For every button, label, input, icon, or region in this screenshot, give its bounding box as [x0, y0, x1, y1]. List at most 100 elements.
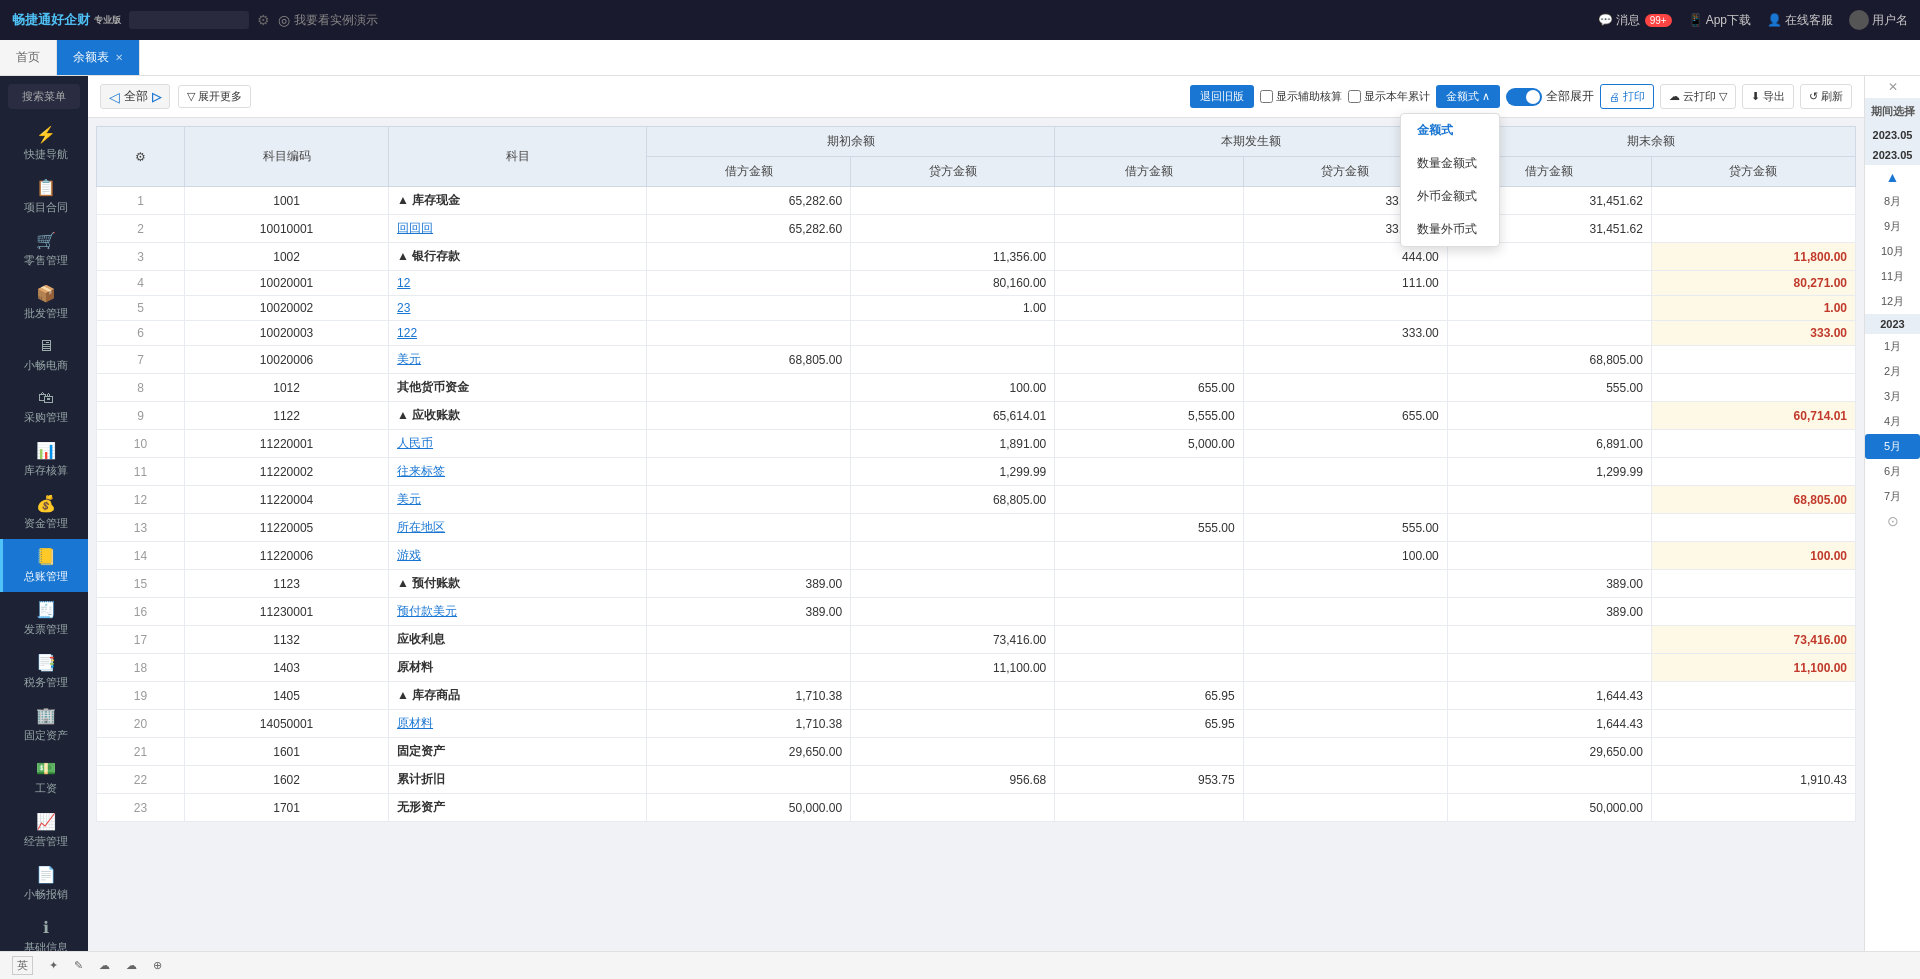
month-6[interactable]: 6月 [1865, 459, 1920, 484]
search-menu-btn[interactable]: 搜索菜单 [8, 84, 80, 109]
row-subject-cell[interactable]: 所在地区 [389, 514, 647, 542]
status-plus-icon[interactable]: ⊕ [153, 959, 162, 972]
row-subject-cell[interactable]: 预付款美元 [389, 598, 647, 626]
row-subject-cell[interactable]: 累计折旧 [389, 766, 647, 794]
filter-all-btn[interactable]: ◁ 全部 ▷ [100, 84, 170, 109]
row-subject-cell[interactable]: ▲ 银行存款 [389, 243, 647, 271]
row-subject-cell[interactable]: 23 [389, 296, 647, 321]
month-10[interactable]: 10月 [1865, 239, 1920, 264]
row-subject-cell[interactable]: 12 [389, 271, 647, 296]
row-e-credit-cell [1651, 514, 1855, 542]
show-assist-checkbox[interactable]: 显示辅助核算 [1260, 89, 1342, 104]
row-subject-cell[interactable]: 无形资产 [389, 794, 647, 822]
month-9[interactable]: 9月 [1865, 214, 1920, 239]
service-icon: 👤 [1767, 13, 1782, 27]
month-4[interactable]: 4月 [1865, 409, 1920, 434]
assist-checkbox-input[interactable] [1260, 90, 1273, 103]
title-input[interactable] [129, 11, 249, 29]
expand-all-toggle[interactable]: 全部展开 [1506, 88, 1594, 106]
month-1[interactable]: 1月 [1865, 334, 1920, 359]
user-profile-btn[interactable]: 用户名 [1849, 10, 1908, 30]
sidebar-item-salary[interactable]: 💵 工资 [0, 751, 88, 804]
sidebar-item-retail[interactable]: 🛒 零售管理 [0, 223, 88, 276]
row-subject-cell[interactable]: 往来标签 [389, 458, 647, 486]
sidebar-item-quicknav[interactable]: ⚡ 快捷导航 [0, 117, 88, 170]
row-subject-cell[interactable]: 其他货币资金 [389, 374, 647, 402]
month-8[interactable]: 8月 [1865, 189, 1920, 214]
toggle-control[interactable] [1506, 88, 1542, 106]
sidebar-item-assets[interactable]: 🏢 固定资产 [0, 698, 88, 751]
show-annual-checkbox[interactable]: 显示本年累计 [1348, 89, 1430, 104]
message-btn[interactable]: 💬 消息 99+ [1598, 12, 1672, 29]
row-subject-cell[interactable]: ▲ 库存商品 [389, 682, 647, 710]
tab-balance[interactable]: 余额表 ✕ [57, 40, 140, 75]
row-subject-cell[interactable]: 回回回 [389, 215, 647, 243]
year-up-arrow[interactable]: ▲ [1865, 165, 1920, 189]
table-container: ⚙ 科目编码 科目 期初余额 本期发生额 期末余额 借方金额 贷方金额 借方金额… [88, 118, 1864, 951]
annual-checkbox-input[interactable] [1348, 90, 1361, 103]
table-row: 181403原材料11,100.0011,100.00 [97, 654, 1856, 682]
th-settings[interactable]: ⚙ [97, 127, 185, 187]
settings-icon[interactable]: ⚙ [257, 12, 270, 28]
row-subject-cell[interactable]: ▲ 预付账款 [389, 570, 647, 598]
status-cloud1-icon[interactable]: ☁ [99, 959, 110, 972]
dropdown-item-shuliang-waib[interactable]: 数量外币式 [1401, 213, 1499, 246]
sidebar-item-inventory[interactable]: 📊 库存核算 [0, 433, 88, 486]
row-subject-cell[interactable]: 122 [389, 321, 647, 346]
sidebar-item-invoice[interactable]: 🧾 发票管理 [0, 592, 88, 645]
app-download-btn[interactable]: 📱 App下载 [1688, 12, 1751, 29]
row-subject-cell[interactable]: 应收利息 [389, 626, 647, 654]
row-c-debit-cell [1055, 346, 1243, 374]
row-p-debit-cell [647, 271, 851, 296]
status-lang[interactable]: 英 [12, 956, 33, 975]
expand-more-btn[interactable]: ▽ 展开更多 [178, 85, 251, 108]
sidebar-item-wholesale[interactable]: 📦 批发管理 [0, 276, 88, 329]
demo-link[interactable]: ◎ 我要看实例演示 [278, 12, 378, 29]
sidebar-item-report[interactable]: 📄 小畅报销 [0, 857, 88, 910]
print-btn[interactable]: 🖨 打印 [1600, 84, 1654, 109]
dropdown-item-waib-jine[interactable]: 外币金额式 [1401, 180, 1499, 213]
sidebar-item-project[interactable]: 📋 项目合同 [0, 170, 88, 223]
sidebar-item-ledger[interactable]: 📒 总账管理 [0, 539, 88, 592]
month-5[interactable]: 5月 [1865, 434, 1920, 459]
month-2[interactable]: 2月 [1865, 359, 1920, 384]
row-subject-cell[interactable]: 固定资产 [389, 738, 647, 766]
row-e-credit-cell: 73,416.00 [1651, 626, 1855, 654]
row-subject-cell[interactable]: 原材料 [389, 710, 647, 738]
row-c-credit-cell [1243, 766, 1447, 794]
close-right-panel[interactable]: ✕ [1865, 76, 1920, 98]
tab-home[interactable]: 首页 [0, 40, 57, 75]
row-subject-cell[interactable]: ▲ 应收账款 [389, 402, 647, 430]
tab-close-icon[interactable]: ✕ [115, 52, 123, 63]
month-7[interactable]: 7月 [1865, 484, 1920, 509]
sidebar-item-purchase[interactable]: 🛍 采购管理 [0, 381, 88, 433]
sidebar-item-ecommerce[interactable]: 🖥 小畅电商 [0, 329, 88, 381]
row-subject-cell[interactable]: 游戏 [389, 542, 647, 570]
jine-mode-btn[interactable]: 金额式 ∧ [1436, 85, 1500, 108]
status-cloud2-icon[interactable]: ☁ [126, 959, 137, 972]
month-12[interactable]: 12月 [1865, 289, 1920, 314]
dropdown-item-shuliang-jine[interactable]: 数量金额式 [1401, 147, 1499, 180]
row-subject-cell[interactable]: 美元 [389, 486, 647, 514]
dropdown-item-jine[interactable]: 金额式 [1401, 114, 1499, 147]
month-3[interactable]: 3月 [1865, 384, 1920, 409]
cloud-print-btn[interactable]: ☁ 云打印 ▽ [1660, 84, 1736, 109]
row-subject-cell[interactable]: 美元 [389, 346, 647, 374]
sidebar-item-business[interactable]: 📈 经营管理 [0, 804, 88, 857]
row-subject-cell[interactable]: 原材料 [389, 654, 647, 682]
online-service-btn[interactable]: 👤 在线客服 [1767, 12, 1833, 29]
table-row: 191405▲ 库存商品1,710.3865.951,644.43 [97, 682, 1856, 710]
tax-icon: 📑 [36, 653, 56, 672]
export-btn[interactable]: ⬇ 导出 [1742, 84, 1794, 109]
refresh-btn[interactable]: ↺ 刷新 [1800, 84, 1852, 109]
sidebar-item-tax[interactable]: 📑 税务管理 [0, 645, 88, 698]
year-down-arrow[interactable]: ⊙ [1865, 509, 1920, 533]
sidebar-item-basic[interactable]: ℹ 基础信息 [0, 910, 88, 951]
row-subject-cell[interactable]: 人民币 [389, 430, 647, 458]
month-11[interactable]: 11月 [1865, 264, 1920, 289]
status-edit-icon[interactable]: ✎ [74, 959, 83, 972]
row-p-debit-cell [647, 374, 851, 402]
sidebar-item-capital[interactable]: 💰 资金管理 [0, 486, 88, 539]
row-subject-cell[interactable]: ▲ 库存现金 [389, 187, 647, 215]
return-old-btn[interactable]: 退回旧版 [1190, 85, 1254, 108]
